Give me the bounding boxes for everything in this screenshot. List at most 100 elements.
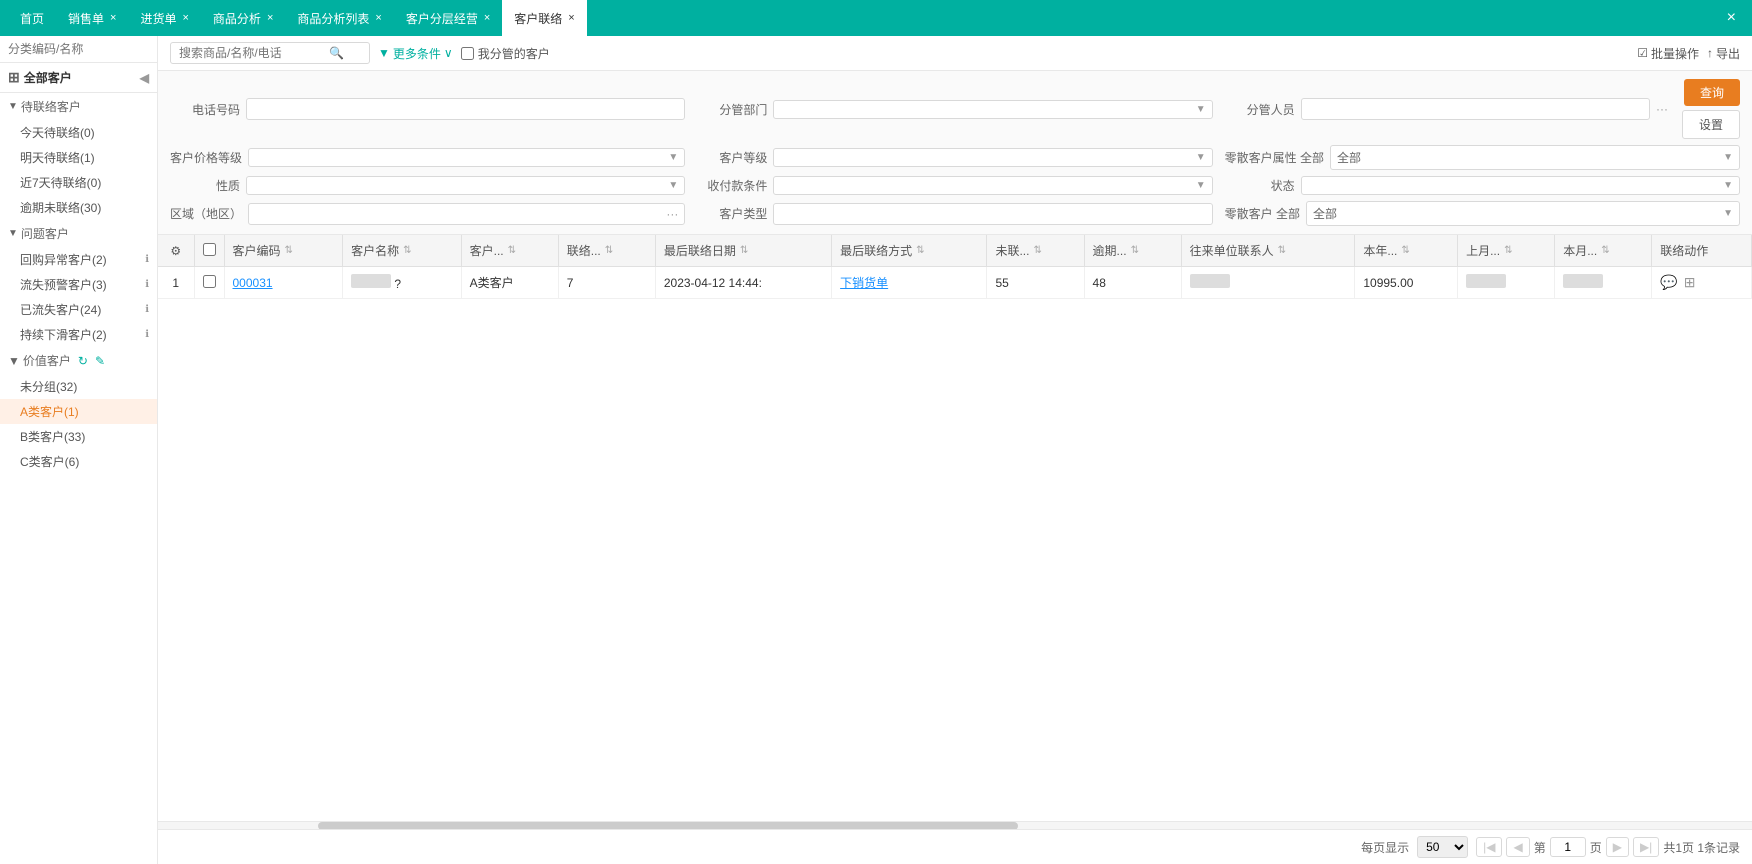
sort-date-icon[interactable]: ⇅: [740, 245, 748, 256]
sort-code-icon[interactable]: ⇅: [285, 245, 293, 256]
sidebar-search-input[interactable]: [8, 42, 158, 56]
sidebar-item-tomorrow[interactable]: 明天待联络(1): [0, 145, 157, 170]
table-footer: 每页显示 50 100 |◀ ◀ 第 页 ▶ ▶| 共1页 1条记录: [158, 829, 1752, 864]
row-checkbox[interactable]: [203, 275, 216, 288]
prev-page-btn[interactable]: ◀: [1506, 837, 1529, 857]
price-level-arrow-icon: ▼: [668, 152, 678, 163]
tab-purchase-close[interactable]: ×: [182, 12, 188, 24]
tab-product-analysis-list[interactable]: 商品分析列表 ×: [285, 0, 393, 36]
th-level: 客户... ⇅: [461, 235, 558, 267]
settings-btn[interactable]: 设置: [1682, 110, 1740, 139]
sidebar-item-churn-warning[interactable]: 流失预警客户(3) ℹ: [0, 272, 157, 297]
problem-customer-section[interactable]: ▼ 问题客户: [0, 220, 157, 247]
info-icon-3: ℹ: [145, 329, 149, 340]
tab-product-analysis[interactable]: 商品分析 ×: [201, 0, 285, 36]
pending-contact-section[interactable]: ▼ 待联络客户: [0, 93, 157, 120]
tab-sales[interactable]: 销售单 ×: [56, 0, 128, 36]
sidebar-collapse-icon[interactable]: ◀: [140, 71, 149, 85]
sidebar-item-abnormal[interactable]: 回购异常客户(2) ℹ: [0, 247, 157, 272]
main-search-input[interactable]: [179, 46, 329, 60]
tab-product-list-close[interactable]: ×: [375, 12, 381, 24]
page-input[interactable]: [1550, 837, 1586, 857]
sort-overdue-icon[interactable]: ⇅: [1131, 245, 1139, 256]
tab-purchase[interactable]: 进货单 ×: [128, 0, 200, 36]
sort-name-icon[interactable]: ⇅: [403, 245, 411, 256]
sidebar-item-7days[interactable]: 近7天待联络(0): [0, 170, 157, 195]
home-tab[interactable]: 首页: [8, 0, 56, 36]
content-area: 🔍 ▼ 更多条件 ∨ 我分管的客户 ☑ 批量操作 ↑ 导出: [158, 36, 1752, 864]
cell-code[interactable]: 000031: [224, 267, 343, 299]
my-customers-checkbox[interactable]: [461, 47, 474, 60]
retail-customer-select[interactable]: 全部 ▼: [1306, 201, 1740, 226]
sort-level-icon[interactable]: ⇅: [508, 245, 516, 256]
total-label: 共1页 1条记录: [1663, 839, 1740, 856]
sort-lastmonth-icon[interactable]: ⇅: [1504, 245, 1512, 256]
sidebar-item-class-c[interactable]: C类客户(6): [0, 449, 157, 474]
sort-year-icon[interactable]: ⇅: [1401, 245, 1409, 256]
th-gear[interactable]: ⚙: [158, 235, 194, 267]
th-action: 联络动作: [1652, 235, 1752, 267]
value-customer-section[interactable]: ▼ 价值客户 ↻ ✎: [0, 347, 157, 374]
th-last-date: 最后联络日期 ⇅: [655, 235, 831, 267]
region-dots-icon[interactable]: ···: [666, 207, 678, 221]
sidebar-item-class-a[interactable]: A类客户(1): [0, 399, 157, 424]
th-this-month: 本月... ⇅: [1555, 235, 1652, 267]
tab-customer-contact-close[interactable]: ×: [568, 12, 574, 24]
sort-method-icon[interactable]: ⇅: [916, 245, 924, 256]
payment-label: 收付款条件: [697, 177, 767, 194]
tab-customer-contact[interactable]: 客户联络 ×: [502, 0, 586, 36]
customer-level-select[interactable]: ▼: [773, 148, 1212, 167]
value-edit-icon[interactable]: ✎: [95, 354, 105, 368]
batch-op-btn[interactable]: ☑ 批量操作: [1637, 45, 1699, 62]
sidebar-item-today[interactable]: 今天待联络(0): [0, 120, 157, 145]
filter-row-price-level: 客户价格等级 ▼: [170, 145, 685, 170]
person-dots-icon[interactable]: ···: [1656, 102, 1668, 116]
chat-icon[interactable]: 💬: [1660, 274, 1677, 291]
tab-customer-tier-close[interactable]: ×: [484, 12, 490, 24]
retail-attr-select[interactable]: 全部 ▼: [1330, 145, 1740, 170]
last-page-btn[interactable]: ▶|: [1633, 837, 1659, 857]
query-btn[interactable]: 查询: [1684, 79, 1740, 106]
more-filters-btn[interactable]: ▼ 更多条件 ∨: [378, 45, 453, 62]
sort-thismonth-icon[interactable]: ⇅: [1601, 245, 1609, 256]
page-suffix: 页: [1590, 839, 1602, 856]
value-refresh-icon[interactable]: ↻: [78, 354, 88, 368]
tab-customer-tier[interactable]: 客户分层经营 ×: [394, 0, 502, 36]
sidebar-item-declining[interactable]: 持续下滑客户(2) ℹ: [0, 322, 157, 347]
region-select[interactable]: ···: [248, 203, 685, 225]
person-input[interactable]: [1301, 98, 1650, 120]
per-page-select[interactable]: 50 100: [1417, 836, 1468, 858]
sidebar-item-class-b[interactable]: B类客户(33): [0, 424, 157, 449]
sort-person-icon[interactable]: ⇅: [1278, 245, 1286, 256]
th-code: 客户编码 ⇅: [224, 235, 343, 267]
all-customers-label[interactable]: 全部客户: [24, 69, 72, 86]
table-row: 1 000031 ? A类客户 7 2023-04-12: [158, 267, 1752, 299]
dept-label: 分管部门: [697, 101, 767, 118]
sidebar-item-unclassified[interactable]: 未分组(32): [0, 374, 157, 399]
horizontal-scrollbar[interactable]: [158, 821, 1752, 829]
sort-contact-icon[interactable]: ⇅: [605, 245, 613, 256]
sidebar-item-churned[interactable]: 已流失客户(24) ℹ: [0, 297, 157, 322]
next-page-btn[interactable]: ▶: [1606, 837, 1629, 857]
main-search-icon[interactable]: 🔍: [329, 46, 344, 60]
sidebar-item-overdue[interactable]: 逾期未联络(30): [0, 195, 157, 220]
nature-select[interactable]: ▼: [246, 176, 685, 195]
price-level-select[interactable]: ▼: [248, 148, 685, 167]
customer-type-input[interactable]: [773, 203, 1212, 225]
status-select[interactable]: ▼: [1301, 176, 1740, 195]
phone-input[interactable]: [246, 98, 685, 120]
qr-icon[interactable]: ⊞: [1684, 274, 1696, 291]
close-all-btn[interactable]: ×: [1719, 9, 1744, 27]
select-all-checkbox[interactable]: [203, 243, 216, 256]
tab-sales-close[interactable]: ×: [110, 12, 116, 24]
scrollbar-thumb[interactable]: [318, 822, 1018, 829]
first-page-btn[interactable]: |◀: [1476, 837, 1502, 857]
cell-contact: 7: [558, 267, 655, 299]
tab-product-analysis-close[interactable]: ×: [267, 12, 273, 24]
sort-notcontact-icon[interactable]: ⇅: [1033, 245, 1041, 256]
dept-select[interactable]: ▼: [773, 100, 1212, 119]
filter-row-customer-level: 客户等级 ▼: [697, 145, 1212, 170]
export-btn[interactable]: ↑ 导出: [1707, 45, 1740, 62]
payment-select[interactable]: ▼: [773, 176, 1212, 195]
retail-customer-label: 零散客户 全部: [1225, 205, 1300, 222]
